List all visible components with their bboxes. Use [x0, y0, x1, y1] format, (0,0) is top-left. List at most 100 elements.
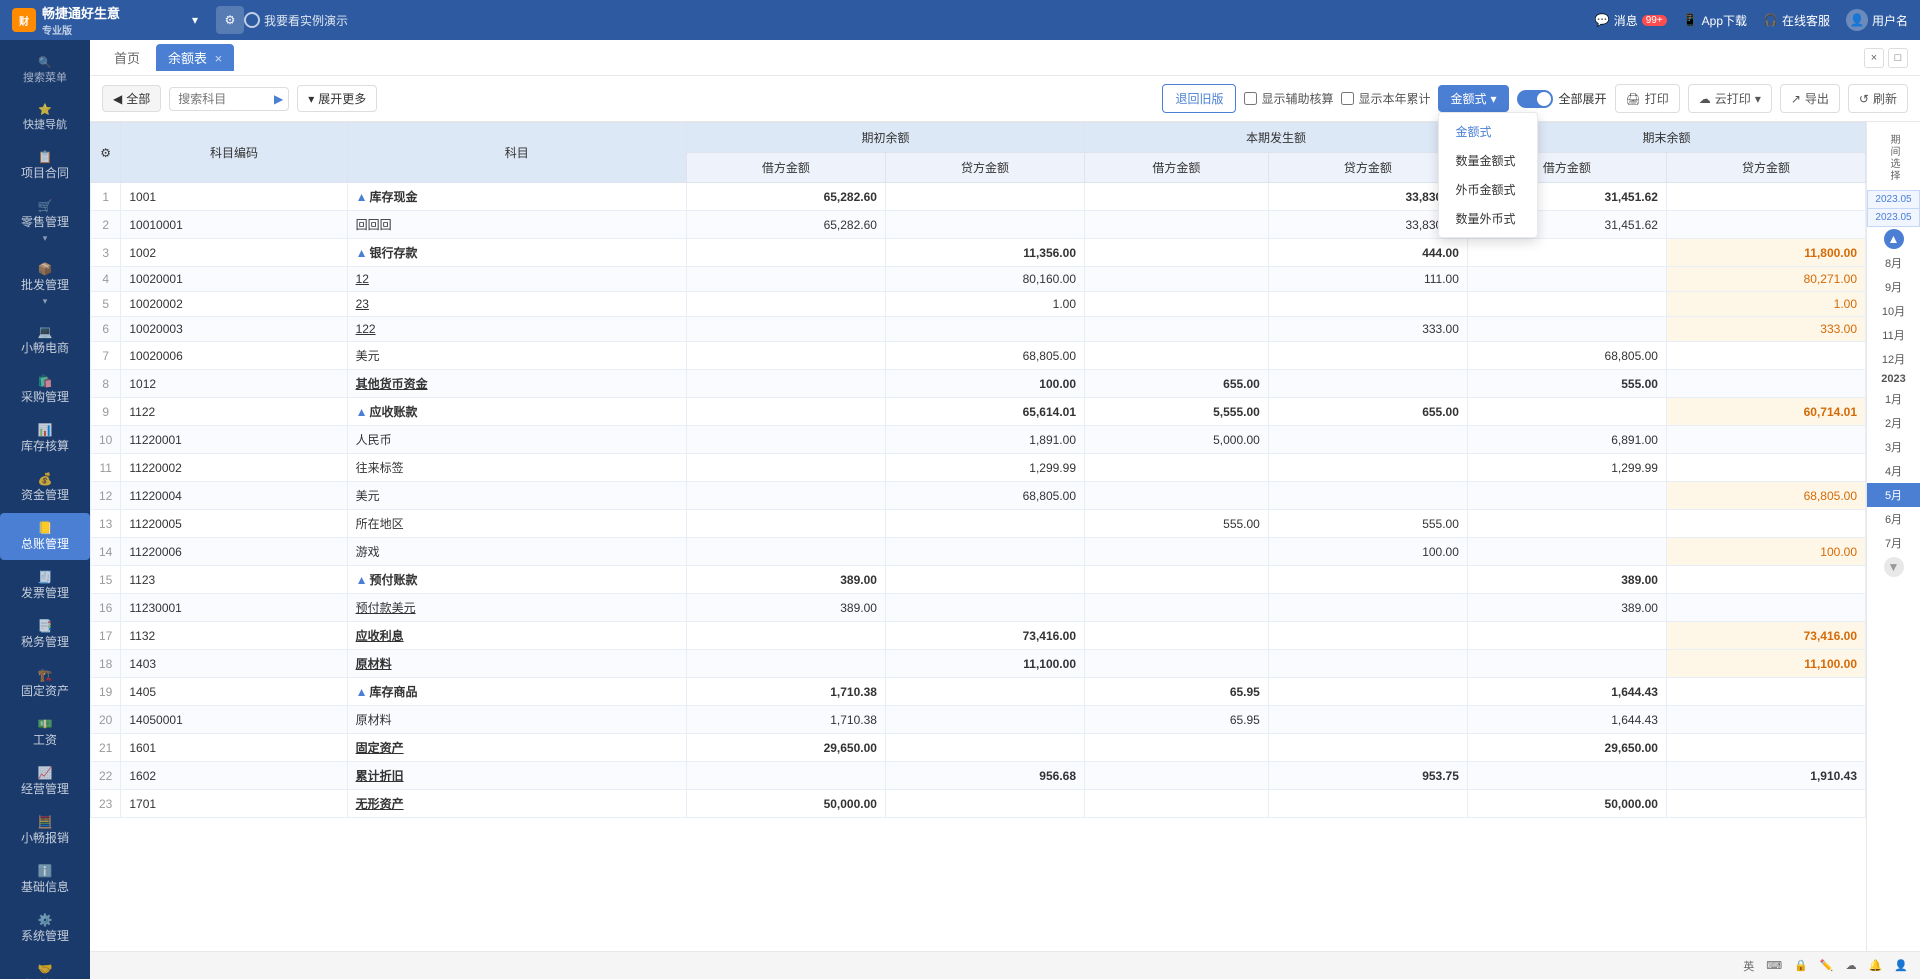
sidebar-item-system[interactable]: ⚙️ 系统管理: [0, 905, 90, 952]
sidebar-search[interactable]: 🔍 搜索菜单: [0, 48, 90, 93]
period-selector-title[interactable]: 期间选择: [1886, 126, 1901, 190]
sidebar-item-project[interactable]: 📋 项目合同: [0, 142, 90, 189]
search-submit-icon[interactable]: ▶: [274, 92, 283, 106]
user-icon[interactable]: 👤: [1894, 959, 1908, 972]
table-row[interactable]: 1411220006游戏100.00100.00: [91, 538, 1866, 566]
cloud-print-btn[interactable]: ☁ 云打印 ▾: [1688, 84, 1772, 113]
lock-icon[interactable]: 🔒: [1794, 959, 1808, 972]
show-ytd-check[interactable]: 显示本年累计: [1341, 90, 1430, 107]
row-name-cell[interactable]: 12: [347, 267, 686, 292]
notification-icon[interactable]: 🔔: [1869, 959, 1883, 972]
col-settings-header[interactable]: ⚙: [91, 123, 121, 183]
row-name-cell[interactable]: 所在地区: [347, 510, 686, 538]
table-row[interactable]: 1111220002往来标签1,299.991,299.99: [91, 454, 1866, 482]
print-btn[interactable]: 🖨 打印: [1615, 84, 1680, 113]
table-row[interactable]: 81012其他货币资金100.00655.00555.00: [91, 370, 1866, 398]
row-name-cell[interactable]: ▲预付账款: [347, 566, 686, 594]
settings-gear-icon[interactable]: ⚙: [216, 6, 244, 34]
expand-more-btn[interactable]: ▾ 展开更多: [297, 85, 377, 112]
tab-home[interactable]: 首页: [102, 44, 152, 71]
back-old-version-btn[interactable]: 退回旧版: [1162, 84, 1236, 113]
amount-type-option-1[interactable]: 金额式: [1439, 117, 1537, 146]
table-row[interactable]: 210010001回回回65,282.6033,830.9831,451.62: [91, 211, 1866, 239]
sidebar-item-payroll[interactable]: 💵 工资: [0, 709, 90, 756]
row-name-cell[interactable]: 原材料: [347, 650, 686, 678]
sidebar-item-purchase[interactable]: 🛍️ 采购管理: [0, 366, 90, 413]
table-row[interactable]: 211601固定资产29,650.0029,650.00: [91, 734, 1866, 762]
online-service-btn[interactable]: 🎧 在线客服: [1763, 12, 1830, 29]
row-name-cell[interactable]: 原材料: [347, 706, 686, 734]
table-row[interactable]: 4100200011280,160.00111.0080,271.00: [91, 267, 1866, 292]
all-btn[interactable]: ◀ 全部: [102, 85, 161, 112]
amount-type-option-4[interactable]: 数量外币式: [1439, 204, 1537, 233]
sidebar-item-tax[interactable]: 📑 税务管理: [0, 611, 90, 658]
user-avatar[interactable]: 👤 用户名: [1846, 9, 1908, 31]
amount-type-dropdown[interactable]: 金额式 ▾ 金额式 数量金额式 外币金额式 数量外币式: [1438, 85, 1508, 112]
table-row[interactable]: 181403原材料11,100.0011,100.00: [91, 650, 1866, 678]
app-download-btn[interactable]: 📱 App下载: [1683, 12, 1747, 29]
period-2022-11[interactable]: 11月: [1867, 323, 1920, 347]
period-2023-5[interactable]: 5月: [1867, 483, 1920, 507]
tab-close-icon[interactable]: ×: [215, 51, 223, 66]
row-name-cell[interactable]: 累计折旧: [347, 762, 686, 790]
row-name-cell[interactable]: 预付款美元: [347, 594, 686, 622]
period-2023-3[interactable]: 3月: [1867, 435, 1920, 459]
table-row[interactable]: 91122▲应收账款65,614.015,555.00655.0060,714.…: [91, 398, 1866, 426]
table-row[interactable]: 1211220004美元68,805.0068,805.00: [91, 482, 1866, 510]
table-row[interactable]: 2014050001原材料1,710.3865.951,644.43: [91, 706, 1866, 734]
period-2023-1[interactable]: 1月: [1867, 387, 1920, 411]
sidebar-item-reports[interactable]: 🧮 小畅报销: [0, 807, 90, 854]
sidebar-item-capital[interactable]: 💰 资金管理: [0, 464, 90, 511]
lang-btn[interactable]: 英: [1743, 958, 1754, 974]
amount-type-option-2[interactable]: 数量金额式: [1439, 146, 1537, 175]
sidebar-item-retail[interactable]: 🛒 零售管理 ▾: [0, 191, 90, 252]
row-name-cell[interactable]: 其他货币资金: [347, 370, 686, 398]
dropdown-arrow-icon[interactable]: ▾: [192, 13, 212, 27]
table-row[interactable]: 171132应收利息73,416.0073,416.00: [91, 622, 1866, 650]
sidebar-item-cooperation[interactable]: 🤝 企业协同: [0, 954, 90, 979]
table-row[interactable]: 510020002231.001.00: [91, 292, 1866, 317]
edit-icon[interactable]: ✏️: [1820, 959, 1834, 972]
table-row[interactable]: 610020003122333.00333.00: [91, 317, 1866, 342]
period-up-btn[interactable]: ▲: [1884, 229, 1904, 249]
row-name-cell[interactable]: 人民币: [347, 426, 686, 454]
row-name-cell[interactable]: 固定资产: [347, 734, 686, 762]
period-2023-2[interactable]: 2月: [1867, 411, 1920, 435]
table-row[interactable]: 221602累计折旧956.68953.751,910.43: [91, 762, 1866, 790]
table-row[interactable]: 31002▲银行存款11,356.00444.0011,800.00: [91, 239, 1866, 267]
period-2023-4[interactable]: 4月: [1867, 459, 1920, 483]
toggle-control[interactable]: [1517, 90, 1553, 108]
period-2023-7[interactable]: 7月: [1867, 531, 1920, 555]
sidebar-item-ledger[interactable]: 📒 总账管理: [0, 513, 90, 560]
amount-type-btn[interactable]: 金额式 ▾: [1438, 85, 1508, 112]
table-row[interactable]: 710020006美元68,805.0068,805.00: [91, 342, 1866, 370]
sidebar-item-operations[interactable]: 📈 经营管理: [0, 758, 90, 805]
period-2022-12[interactable]: 12月: [1867, 347, 1920, 371]
table-row[interactable]: 1311220005所在地区555.00555.00: [91, 510, 1866, 538]
row-name-cell[interactable]: 回回回: [347, 211, 686, 239]
row-name-cell[interactable]: 往来标签: [347, 454, 686, 482]
sidebar-item-wholesale[interactable]: 📦 批发管理 ▾: [0, 254, 90, 315]
sidebar-item-ecommerce[interactable]: 💻 小畅电商: [0, 317, 90, 364]
export-btn[interactable]: ↗ 导出: [1780, 84, 1840, 113]
row-name-cell[interactable]: 应收利息: [347, 622, 686, 650]
sidebar-quick-nav[interactable]: ⭐ 快捷导航: [0, 95, 90, 140]
row-name-cell[interactable]: ▲库存商品: [347, 678, 686, 706]
window-close-btn[interactable]: ×: [1864, 48, 1884, 68]
amount-type-option-3[interactable]: 外币金额式: [1439, 175, 1537, 204]
row-name-cell[interactable]: ▲库存现金: [347, 183, 686, 211]
expand-all-toggle[interactable]: 全部展开: [1517, 90, 1607, 108]
table-row[interactable]: 1611230001预付款美元389.00389.00: [91, 594, 1866, 622]
show-auxiliary-check[interactable]: 显示辅助核算: [1244, 90, 1333, 107]
table-row[interactable]: 11001▲库存现金65,282.6033,830.9831,451.62: [91, 183, 1866, 211]
row-name-cell[interactable]: 游戏: [347, 538, 686, 566]
demo-link[interactable]: 我要看实例演示: [244, 12, 348, 29]
row-name-cell[interactable]: 美元: [347, 482, 686, 510]
table-row[interactable]: 151123▲预付账款389.00389.00: [91, 566, 1866, 594]
table-row[interactable]: 1011220001人民币1,891.005,000.006,891.00: [91, 426, 1866, 454]
message-btn[interactable]: 💬 消息 99+: [1595, 12, 1667, 29]
row-name-cell[interactable]: 无形资产: [347, 790, 686, 818]
row-name-cell[interactable]: 23: [347, 292, 686, 317]
sidebar-item-invoice[interactable]: 🧾 发票管理: [0, 562, 90, 609]
refresh-btn[interactable]: ↺ 刷新: [1848, 84, 1908, 113]
